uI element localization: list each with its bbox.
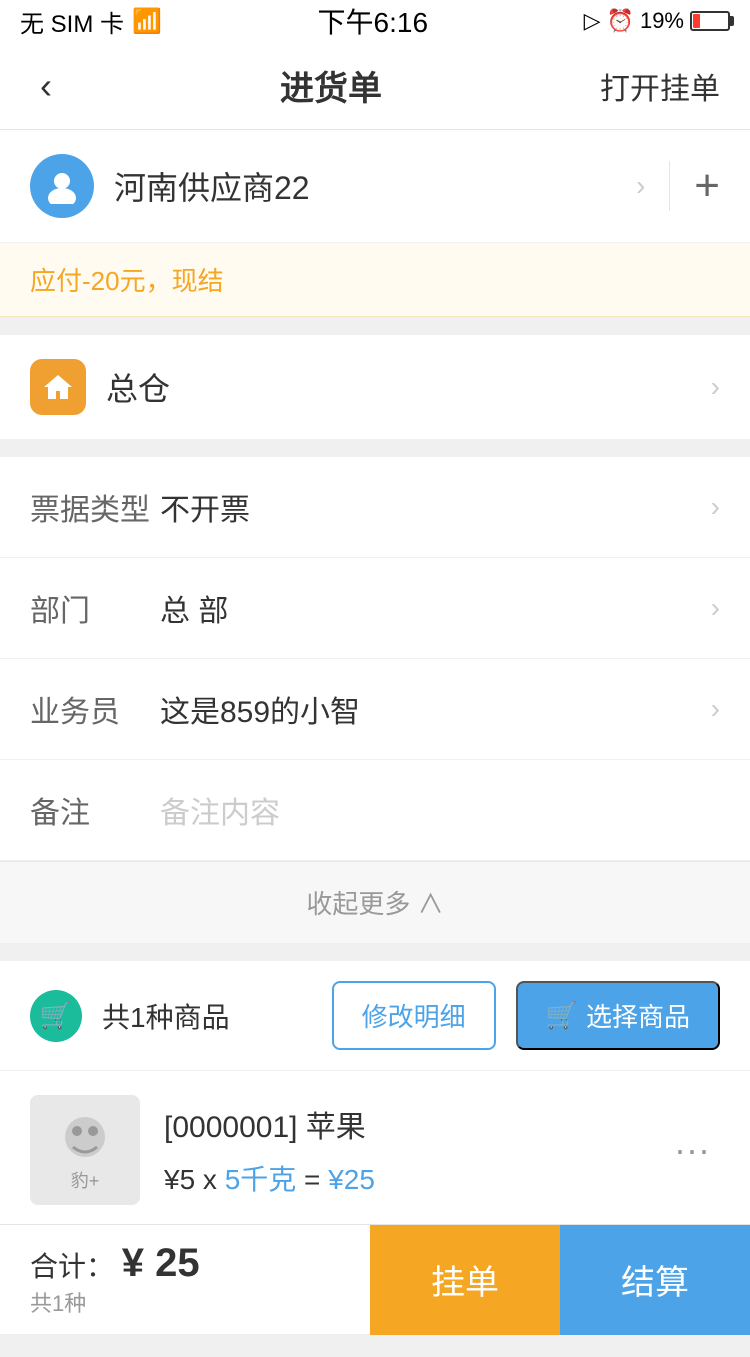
total-amount: ¥ 25 — [122, 1241, 200, 1285]
invoice-type-chevron-icon: › — [711, 491, 720, 523]
supplier-avatar — [30, 154, 94, 218]
warehouse-icon — [30, 359, 86, 415]
product-price: ¥5 x 5千克 = ¥25 — [164, 1158, 664, 1198]
department-value: 总 部 — [150, 586, 711, 630]
salesperson-label: 业务员 — [30, 687, 150, 731]
status-time: 下午6:16 — [318, 1, 429, 41]
salesperson-chevron-icon: › — [711, 693, 720, 725]
battery-fill — [693, 14, 700, 28]
add-supplier-button[interactable]: + — [694, 161, 720, 211]
product-thumb-label: 豹+ — [71, 1167, 100, 1193]
alarm-icon: ⏰ — [607, 8, 634, 34]
carrier-text: 无 SIM 卡 — [20, 4, 124, 39]
supplier-section: 河南供应商22 › + 应付-20元，现结 — [0, 130, 750, 317]
page-title: 进货单 — [280, 61, 382, 110]
warehouse-chevron-icon: › — [711, 371, 720, 403]
invoice-type-label: 票据类型 — [30, 485, 150, 529]
salesperson-value: 这是859的小智 — [150, 687, 711, 731]
remark-label: 备注 — [30, 788, 150, 832]
supplier-name: 河南供应商22 — [114, 163, 636, 209]
warehouse-row[interactable]: 总仓 › — [0, 335, 750, 439]
invoice-type-row[interactable]: 票据类型 不开票 › — [0, 457, 750, 558]
warehouse-name: 总仓 — [106, 364, 711, 410]
footer: 合计： ¥ 25 共1种 挂单 结算 — [0, 1224, 750, 1334]
battery-percent: 19% — [640, 8, 684, 34]
supplier-row[interactable]: 河南供应商22 › + — [0, 130, 750, 243]
remark-row[interactable]: 备注 备注内容 — [0, 760, 750, 861]
footer-total-line: 合计： ¥ 25 — [30, 1241, 340, 1286]
product-count-text: 共1种商品 — [102, 996, 312, 1036]
nav-bar: ‹ 进货单 打开挂单 — [0, 42, 750, 130]
wifi-icon: 📶 — [132, 7, 162, 36]
footer-total-count: 共1种 — [30, 1286, 340, 1318]
price-equals: = — [296, 1164, 328, 1195]
salesperson-row[interactable]: 业务员 这是859的小智 › — [0, 659, 750, 760]
product-item: 豹+ [0000001] 苹果 ¥5 x 5千克 = ¥25 ··· — [0, 1071, 750, 1229]
chevron-right-icon: › — [636, 170, 645, 202]
battery-icon — [690, 11, 730, 31]
price-unit: ¥5 x — [164, 1164, 225, 1195]
department-label: 部门 — [30, 586, 150, 630]
notice-text: 应付-20元，现结 — [30, 266, 224, 296]
price-qty: 5千克 — [225, 1164, 297, 1195]
supplier-divider — [669, 161, 670, 211]
product-thumbnail: 豹+ — [30, 1095, 140, 1205]
content-area: 河南供应商22 › + 应付-20元，现结 总仓 › — [0, 130, 750, 1229]
total-label: 合计： — [30, 1251, 114, 1282]
product-info: [0000001] 苹果 ¥5 x 5千克 = ¥25 — [164, 1102, 664, 1198]
home-icon — [42, 371, 74, 403]
checkout-button[interactable]: 结算 — [560, 1225, 750, 1335]
department-row[interactable]: 部门 总 部 › — [0, 558, 750, 659]
location-icon: ▷ — [584, 8, 601, 34]
footer-total: 合计： ¥ 25 共1种 — [0, 1241, 370, 1318]
product-section: 🛒 共1种商品 修改明细 🛒 选择商品 — [0, 961, 750, 1229]
select-product-button[interactable]: 🛒 选择商品 — [516, 981, 720, 1050]
form-section: 票据类型 不开票 › 部门 总 部 › 业务员 这是859的小智 › 备注 备注… — [0, 457, 750, 943]
price-total: ¥25 — [328, 1164, 375, 1195]
select-product-label: 选择商品 — [586, 997, 690, 1034]
warehouse-section[interactable]: 总仓 › — [0, 335, 750, 439]
back-button[interactable]: ‹ — [30, 55, 62, 117]
collapse-button[interactable]: 收起更多 ∧ — [0, 861, 750, 943]
notice-banner: 应付-20元，现结 — [0, 243, 750, 317]
person-icon — [44, 168, 80, 204]
select-product-icon: 🛒 — [546, 1000, 578, 1031]
remark-placeholder[interactable]: 备注内容 — [150, 788, 720, 832]
status-left: 无 SIM 卡 📶 — [20, 4, 162, 39]
invoice-type-value: 不开票 — [150, 485, 711, 529]
product-cart-icon: 🛒 — [30, 990, 82, 1042]
product-header: 🛒 共1种商品 修改明细 🛒 选择商品 — [0, 961, 750, 1071]
status-bar: 无 SIM 卡 📶 下午6:16 ▷ ⏰ 19% — [0, 0, 750, 42]
product-name: [0000001] 苹果 — [164, 1102, 664, 1146]
suspend-button[interactable]: 挂单 — [370, 1225, 560, 1335]
product-logo-icon — [55, 1107, 115, 1167]
status-right: ▷ ⏰ 19% — [584, 8, 730, 34]
product-more-button[interactable]: ··· — [664, 1119, 720, 1181]
department-chevron-icon: › — [711, 592, 720, 624]
open-suspend-button[interactable]: 打开挂单 — [600, 64, 720, 108]
edit-detail-button[interactable]: 修改明细 — [332, 981, 496, 1050]
